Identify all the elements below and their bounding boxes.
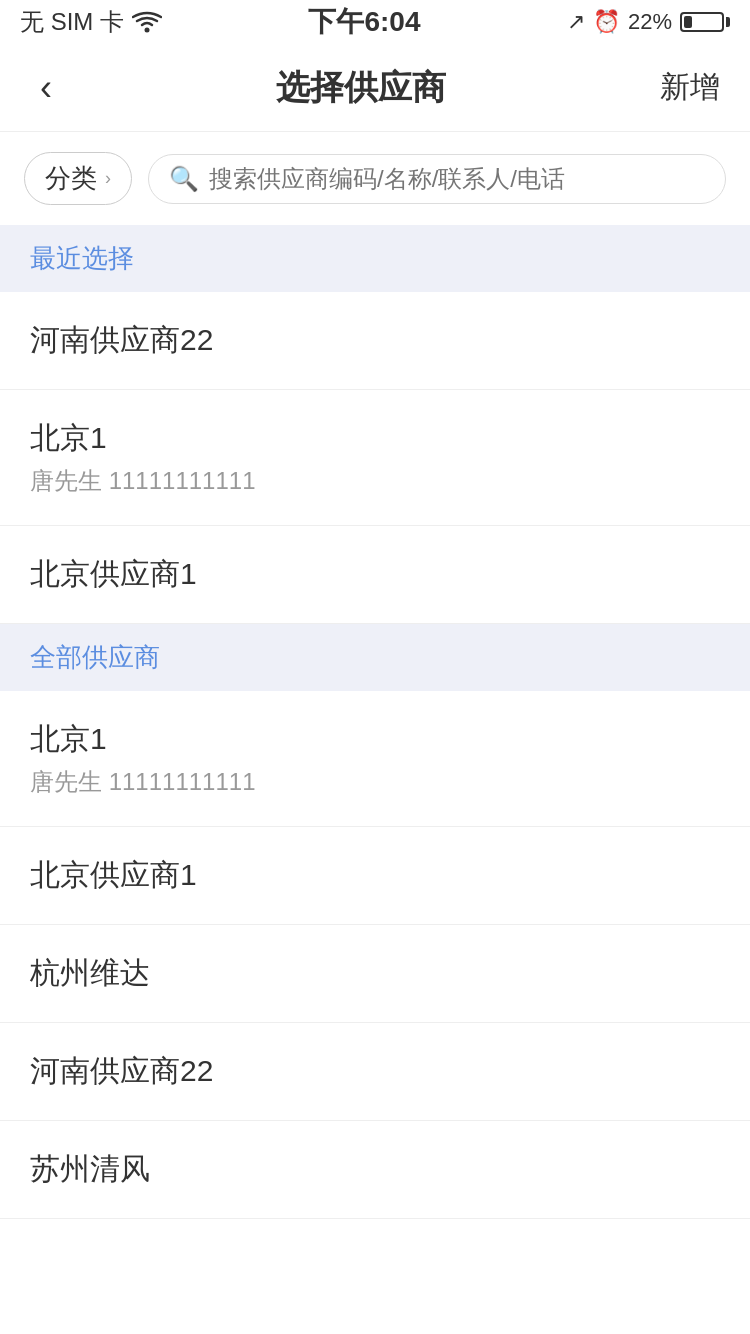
category-label: 分类 (45, 161, 97, 196)
nav-bar: ‹ 选择供应商 新增 (0, 44, 750, 132)
item-name: 苏州清风 (30, 1149, 720, 1190)
page-title: 选择供应商 (276, 65, 446, 111)
recent-list: 河南供应商22 北京1 唐先生 11111111111 北京供应商1 (0, 292, 750, 624)
item-name: 北京1 (30, 719, 720, 760)
item-name: 北京供应商1 (30, 554, 720, 595)
alarm-icon: ⏰ (593, 9, 620, 35)
item-name: 北京供应商1 (30, 855, 720, 896)
list-item[interactable]: 杭州维达 (0, 925, 750, 1023)
list-item[interactable]: 北京供应商1 (0, 526, 750, 624)
battery-percent: 22% (628, 9, 672, 35)
list-item[interactable]: 北京1 唐先生 11111111111 (0, 390, 750, 526)
search-icon: 🔍 (169, 165, 199, 193)
recent-section-header: 最近选择 (0, 225, 750, 292)
status-left: 无 SIM 卡 (20, 6, 162, 38)
wifi-icon (132, 11, 162, 33)
battery-icon (680, 12, 730, 32)
list-item[interactable]: 河南供应商22 (0, 1023, 750, 1121)
list-item[interactable]: 北京1 唐先生 11111111111 (0, 691, 750, 827)
status-bar: 无 SIM 卡 下午6:04 ↗ ⏰ 22% (0, 0, 750, 44)
list-item[interactable]: 河南供应商22 (0, 292, 750, 390)
list-item[interactable]: 苏州清风 (0, 1121, 750, 1219)
all-list: 北京1 唐先生 11111111111 北京供应商1 杭州维达 河南供应商22 … (0, 691, 750, 1219)
item-name: 北京1 (30, 418, 720, 459)
item-contact: 唐先生 11111111111 (30, 766, 720, 798)
status-right: ↗ ⏰ 22% (567, 9, 730, 35)
filter-bar: 分类 › 🔍 (0, 132, 750, 225)
search-box[interactable]: 🔍 (148, 154, 726, 204)
search-input[interactable] (209, 165, 705, 193)
category-filter[interactable]: 分类 › (24, 152, 132, 205)
chevron-right-icon: › (105, 168, 111, 189)
svg-point-0 (145, 28, 150, 33)
back-button[interactable]: ‹ (30, 57, 62, 119)
location-icon: ↗ (567, 9, 585, 35)
item-contact: 唐先生 11111111111 (30, 465, 720, 497)
item-name: 河南供应商22 (30, 1051, 720, 1092)
status-time: 下午6:04 (308, 3, 420, 41)
item-name: 河南供应商22 (30, 320, 720, 361)
all-section-header: 全部供应商 (0, 624, 750, 691)
sim-text: 无 SIM 卡 (20, 6, 124, 38)
item-name: 杭州维达 (30, 953, 720, 994)
list-item[interactable]: 北京供应商1 (0, 827, 750, 925)
add-button[interactable]: 新增 (660, 67, 720, 108)
